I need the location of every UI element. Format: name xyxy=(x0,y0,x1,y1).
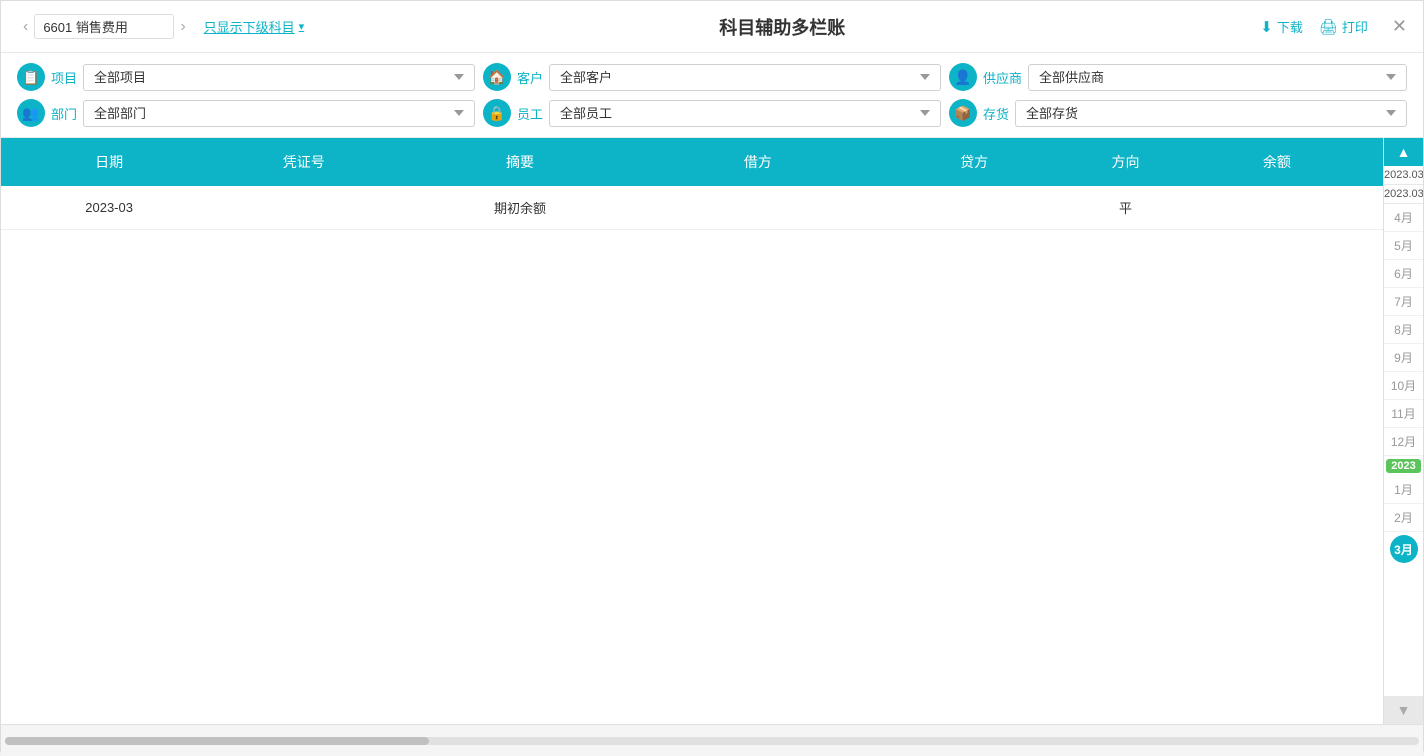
cell-voucher xyxy=(217,186,390,230)
sidebar-month-5[interactable]: 5月 xyxy=(1384,232,1423,260)
dept-label: 部门 xyxy=(51,104,77,123)
filter-customer: 🏠 客户 全部客户 xyxy=(483,63,941,91)
col-voucher: 凭证号 xyxy=(217,138,390,186)
customer-select[interactable]: 全部客户 xyxy=(549,64,941,91)
show-sub-label: 只显示下级科目 xyxy=(204,17,295,36)
employee-label: 员工 xyxy=(517,104,543,123)
sidebar-month-2[interactable]: 2月 xyxy=(1384,504,1423,532)
supplier-label: 供应商 xyxy=(983,68,1022,87)
sidebar-selected-bottom[interactable]: 2023.03 xyxy=(1384,185,1423,204)
sidebar-year-badge-container: 2023 xyxy=(1384,456,1423,476)
customer-label: 客户 xyxy=(517,68,543,87)
sidebar-year-badge[interactable]: 2023 xyxy=(1386,459,1420,473)
sidebar-month-3-active[interactable]: 3月 xyxy=(1390,535,1418,563)
employee-icon: 🔒 xyxy=(483,99,511,127)
sidebar-month-10[interactable]: 10月 xyxy=(1384,372,1423,400)
col-balance: 余额 xyxy=(1169,138,1383,186)
header: ‹ › 只显示下级科目 ▾ 科目辅助多栏账 ⬇ 下载 🖨 打印 ✕ xyxy=(1,1,1423,53)
col-summary: 摘要 xyxy=(390,138,650,186)
filter-employee: 🔒 员工 全部员工 xyxy=(483,99,941,127)
cell-debit xyxy=(650,186,866,230)
print-icon: 🖨 xyxy=(1319,18,1338,36)
cell-credit xyxy=(866,186,1082,230)
supplier-select[interactable]: 全部供应商 xyxy=(1028,64,1407,91)
sidebar-month-7[interactable]: 7月 xyxy=(1384,288,1423,316)
download-icon: ⬇ xyxy=(1260,18,1273,36)
ledger-table: 日期 凭证号 摘要 借方 贷方 方向 余额 2023-03 期初余额 xyxy=(1,138,1383,230)
header-actions: ⬇ 下载 🖨 打印 ✕ xyxy=(1260,16,1407,37)
page-title: 科目辅助多栏账 xyxy=(304,14,1260,40)
right-sidebar: ▲ 2023.03 2023.03 4月 5月 6月 7月 8月 9月 10月 … xyxy=(1383,138,1423,724)
inventory-icon: 📦 xyxy=(949,99,977,127)
filters-section: 📋 项目 全部项目 🏠 客户 全部客户 👤 供应商 全部供应商 👥 部门 全 xyxy=(1,53,1423,138)
show-sub-button[interactable]: 只显示下级科目 ▾ xyxy=(204,17,305,36)
scrollbar-track xyxy=(5,737,1419,745)
sidebar-month-4[interactable]: 4月 xyxy=(1384,204,1423,232)
main-window: ‹ › 只显示下级科目 ▾ 科目辅助多栏账 ⬇ 下载 🖨 打印 ✕ 📋 项目 全 xyxy=(0,0,1424,752)
close-button[interactable]: ✕ xyxy=(1392,16,1407,37)
account-code-input[interactable] xyxy=(34,14,174,39)
supplier-icon: 👤 xyxy=(949,63,977,91)
next-button[interactable]: › xyxy=(174,17,191,37)
main-area: 日期 凭证号 摘要 借方 贷方 方向 余额 2023-03 期初余额 xyxy=(1,138,1423,724)
table-container[interactable]: 日期 凭证号 摘要 借方 贷方 方向 余额 2023-03 期初余额 xyxy=(1,138,1383,724)
inventory-select[interactable]: 全部存货 xyxy=(1015,100,1407,127)
inventory-label: 存货 xyxy=(983,104,1009,123)
sidebar-month-1[interactable]: 1月 xyxy=(1384,476,1423,504)
dept-select[interactable]: 全部部门 xyxy=(83,100,475,127)
sidebar-active-month-container: 3月 xyxy=(1384,532,1423,566)
col-direction: 方向 xyxy=(1082,138,1169,186)
horizontal-scrollbar[interactable] xyxy=(1,724,1423,756)
cell-direction: 平 xyxy=(1082,186,1169,230)
filter-project: 📋 项目 全部项目 xyxy=(17,63,475,91)
filter-inventory: 📦 存货 全部存货 xyxy=(949,99,1407,127)
project-icon: 📋 xyxy=(17,63,45,91)
sidebar-month-9[interactable]: 9月 xyxy=(1384,344,1423,372)
sidebar-selected-top[interactable]: 2023.03 xyxy=(1384,166,1423,185)
prev-button[interactable]: ‹ xyxy=(17,17,34,37)
print-label: 打印 xyxy=(1342,17,1368,36)
col-debit: 借方 xyxy=(650,138,866,186)
project-select[interactable]: 全部项目 xyxy=(83,64,475,91)
print-button[interactable]: 🖨 打印 xyxy=(1319,17,1368,36)
sidebar-up-chevron[interactable]: ▲ xyxy=(1384,138,1423,166)
filter-supplier: 👤 供应商 全部供应商 xyxy=(949,63,1407,91)
sidebar-month-6[interactable]: 6月 xyxy=(1384,260,1423,288)
dept-icon: 👥 xyxy=(17,99,45,127)
customer-icon: 🏠 xyxy=(483,63,511,91)
download-label: 下载 xyxy=(1277,17,1303,36)
col-credit: 贷方 xyxy=(866,138,1082,186)
sidebar-down-chevron[interactable]: ▼ xyxy=(1384,696,1423,724)
sidebar-month-12[interactable]: 12月 xyxy=(1384,428,1423,456)
download-button[interactable]: ⬇ 下载 xyxy=(1260,17,1303,36)
table-row: 2023-03 期初余额 平 xyxy=(1,186,1383,230)
scrollbar-thumb[interactable] xyxy=(5,737,429,745)
sidebar-month-8[interactable]: 8月 xyxy=(1384,316,1423,344)
project-label: 项目 xyxy=(51,68,77,87)
sidebar-month-11[interactable]: 11月 xyxy=(1384,400,1423,428)
filter-dept: 👥 部门 全部部门 xyxy=(17,99,475,127)
cell-date: 2023-03 xyxy=(1,186,217,230)
cell-summary: 期初余额 xyxy=(390,186,650,230)
employee-select[interactable]: 全部员工 xyxy=(549,100,941,127)
col-date: 日期 xyxy=(1,138,217,186)
cell-balance xyxy=(1169,186,1383,230)
